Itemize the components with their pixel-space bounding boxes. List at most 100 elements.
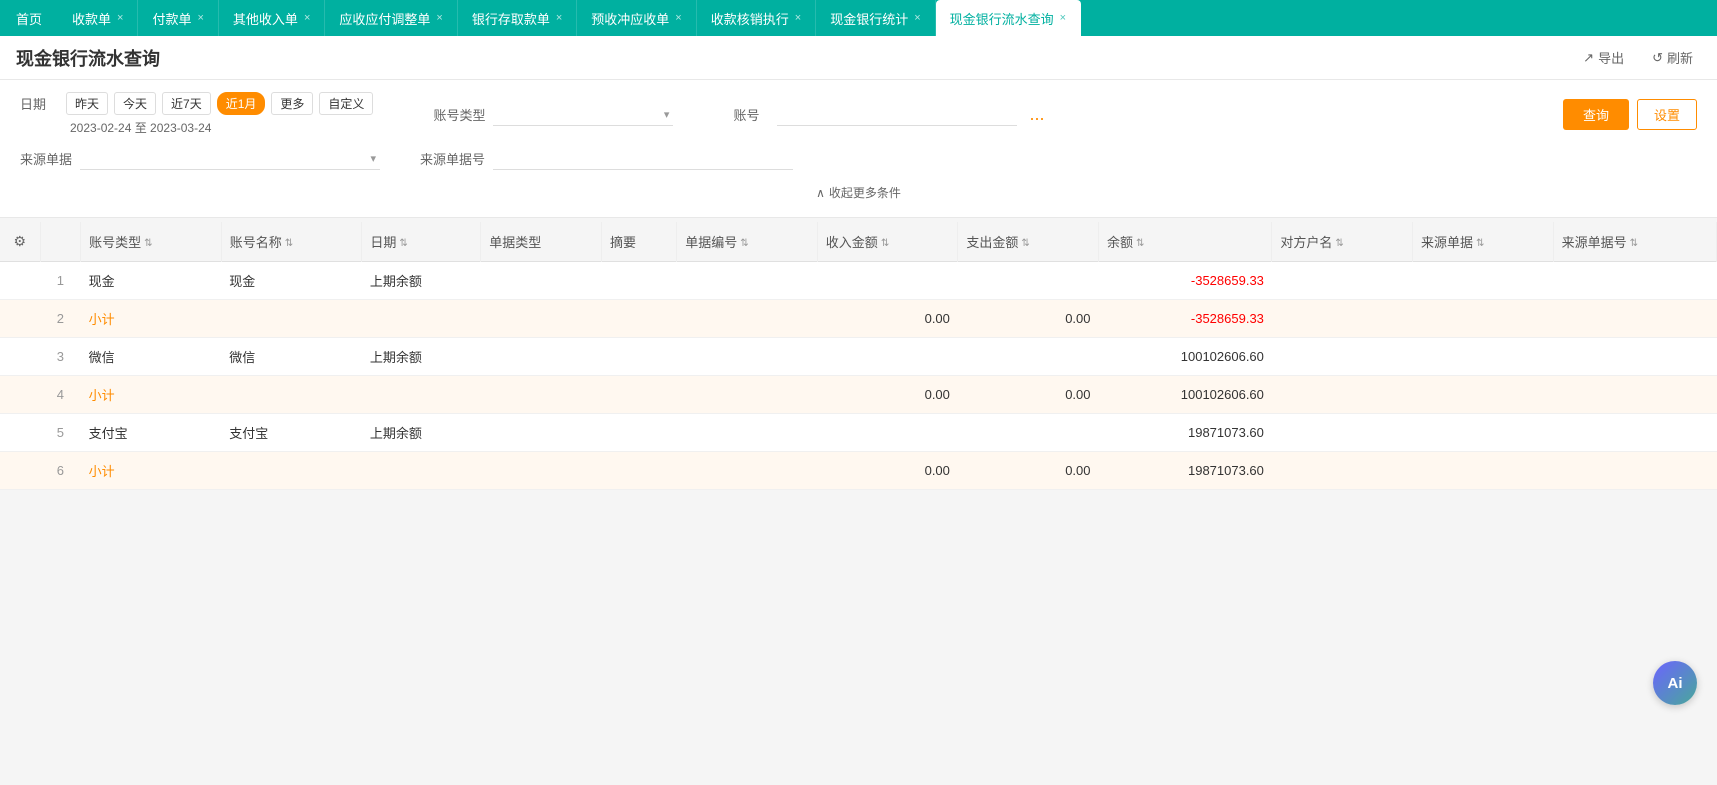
close-icon-5[interactable]: ×	[675, 12, 681, 24]
date-buttons: 昨天 今天 近7天 近1月 更多 自定义	[66, 92, 373, 115]
settings-button[interactable]: 设置	[1637, 99, 1697, 130]
col-date[interactable]: 日期⇅	[362, 222, 481, 262]
close-icon-2[interactable]: ×	[304, 12, 310, 24]
cell-account-name: 支付宝	[221, 414, 362, 452]
nav-item-2[interactable]: 其他收入单 ×	[219, 0, 325, 36]
nav-item-4[interactable]: 银行存取款单 ×	[458, 0, 577, 36]
account-type-select[interactable]: 现金 微信 支付宝	[493, 102, 673, 126]
query-button[interactable]: 查询	[1563, 99, 1629, 130]
nav-item-8[interactable]: 现金银行流水查询 ×	[936, 0, 1081, 36]
date-btn-1month[interactable]: 近1月	[217, 92, 266, 115]
date-btn-7days[interactable]: 近7天	[162, 92, 211, 115]
export-button[interactable]: ↗ 导出	[1575, 44, 1632, 71]
date-btn-more[interactable]: 更多	[271, 92, 313, 115]
cell-expense	[958, 338, 1099, 376]
source-doc-no-input[interactable]	[493, 146, 793, 170]
date-btn-custom[interactable]: 自定义	[319, 92, 373, 115]
table-row: 5 支付宝 支付宝 上期余额 19871073.60	[0, 414, 1717, 452]
cell-account-type: 微信	[81, 338, 222, 376]
cell-account-type: 现金	[81, 262, 222, 300]
cell-expense: 0.00	[958, 300, 1099, 338]
cell-summary	[601, 414, 676, 452]
sort-icon-date: ⇅	[399, 238, 407, 249]
cell-gear	[0, 452, 40, 490]
nav-home[interactable]: 首页	[0, 9, 58, 28]
col-source-doc-no[interactable]: 来源单据号⇅	[1553, 222, 1716, 262]
cell-source-doc-no	[1553, 452, 1716, 490]
cell-date: 上期余额	[362, 338, 481, 376]
cell-source-doc-no	[1553, 376, 1716, 414]
nav-item-3[interactable]: 应收应付调整单 ×	[325, 0, 457, 36]
cell-gear	[0, 262, 40, 300]
col-income[interactable]: 收入金额⇅	[817, 222, 958, 262]
date-btn-yesterday[interactable]: 昨天	[66, 92, 108, 115]
col-counterpart[interactable]: 对方户名⇅	[1272, 222, 1413, 262]
nav-item-5[interactable]: 预收冲应收单 ×	[577, 0, 696, 36]
refresh-button[interactable]: ↺ 刷新	[1644, 44, 1701, 71]
cell-source-doc	[1413, 262, 1554, 300]
cell-balance: 100102606.60	[1099, 338, 1272, 376]
top-nav: 首页 收款单 × 付款单 × 其他收入单 × 应收应付调整单 × 银行存取款单 …	[0, 0, 1717, 36]
table-row: 1 现金 现金 上期余额 -3528659.33	[0, 262, 1717, 300]
cell-source-doc	[1413, 452, 1554, 490]
date-btn-today[interactable]: 今天	[114, 92, 156, 115]
close-icon-7[interactable]: ×	[914, 12, 920, 24]
nav-item-1[interactable]: 付款单 ×	[138, 0, 218, 36]
cell-balance: -3528659.33	[1099, 262, 1272, 300]
cell-counterpart	[1272, 376, 1413, 414]
source-doc-select[interactable]	[80, 146, 380, 170]
col-source-doc[interactable]: 来源单据⇅	[1413, 222, 1554, 262]
col-expense[interactable]: 支出金额⇅	[958, 222, 1099, 262]
account-dots-button[interactable]: ...	[1025, 104, 1048, 125]
ai-badge[interactable]: Ai	[1653, 661, 1697, 705]
chevron-up-icon: ∧	[816, 186, 825, 200]
cell-source-doc-no	[1553, 338, 1716, 376]
cell-index: 2	[40, 300, 81, 338]
col-account-name[interactable]: 账号名称⇅	[221, 222, 362, 262]
col-doc-type: 单据类型	[481, 222, 602, 262]
cell-doc-no	[677, 414, 818, 452]
close-icon-8[interactable]: ×	[1060, 12, 1066, 24]
cell-source-doc-no	[1553, 262, 1716, 300]
close-icon-4[interactable]: ×	[556, 12, 562, 24]
table-container: ⚙ 账号类型⇅ 账号名称⇅ 日期⇅ 单据类型 摘要 单据编号⇅ 收入金	[0, 222, 1717, 490]
close-icon-0[interactable]: ×	[117, 12, 123, 24]
sort-icon-source-doc-no: ⇅	[1630, 238, 1638, 249]
col-doc-no[interactable]: 单据编号⇅	[677, 222, 818, 262]
cell-doc-type	[481, 338, 602, 376]
close-icon-6[interactable]: ×	[795, 12, 801, 24]
close-icon-1[interactable]: ×	[197, 12, 203, 24]
cell-date	[362, 376, 481, 414]
close-icon-3[interactable]: ×	[436, 12, 442, 24]
cell-index: 5	[40, 414, 81, 452]
sort-icon-account-name: ⇅	[285, 238, 293, 249]
col-account-type[interactable]: 账号类型⇅	[81, 222, 222, 262]
sort-icon-counterpart: ⇅	[1335, 238, 1343, 249]
cell-account-name: 现金	[221, 262, 362, 300]
nav-item-0[interactable]: 收款单 ×	[58, 0, 138, 36]
cell-expense: 0.00	[958, 452, 1099, 490]
col-balance[interactable]: 余额⇅	[1099, 222, 1272, 262]
data-table: ⚙ 账号类型⇅ 账号名称⇅ 日期⇅ 单据类型 摘要 单据编号⇅ 收入金	[0, 222, 1717, 490]
account-input[interactable]	[777, 102, 1017, 126]
cell-gear	[0, 376, 40, 414]
nav-item-7[interactable]: 现金银行统计 ×	[816, 0, 935, 36]
cell-income	[817, 414, 958, 452]
header-bar: 现金银行流水查询 ↗ 导出 ↺ 刷新	[0, 36, 1717, 80]
cell-counterpart	[1272, 452, 1413, 490]
date-label: 日期	[20, 94, 56, 113]
cell-income: 0.00	[817, 452, 958, 490]
cell-account-type: 支付宝	[81, 414, 222, 452]
collapse-row[interactable]: ∧ 收起更多条件	[20, 180, 1697, 205]
gear-icon[interactable]: ⚙	[13, 233, 26, 249]
cell-summary	[601, 452, 676, 490]
table-row: 3 微信 微信 上期余额 100102606.60	[0, 338, 1717, 376]
cell-source-doc	[1413, 414, 1554, 452]
col-gear[interactable]: ⚙	[0, 222, 40, 262]
cell-income: 0.00	[817, 300, 958, 338]
nav-item-6[interactable]: 收款核销执行 ×	[697, 0, 816, 36]
account-type-select-wrapper: 现金 微信 支付宝 ▾	[493, 102, 673, 126]
cell-account-name	[221, 300, 362, 338]
date-range: 2023-02-24 至 2023-03-24	[70, 121, 211, 135]
cell-summary	[601, 376, 676, 414]
